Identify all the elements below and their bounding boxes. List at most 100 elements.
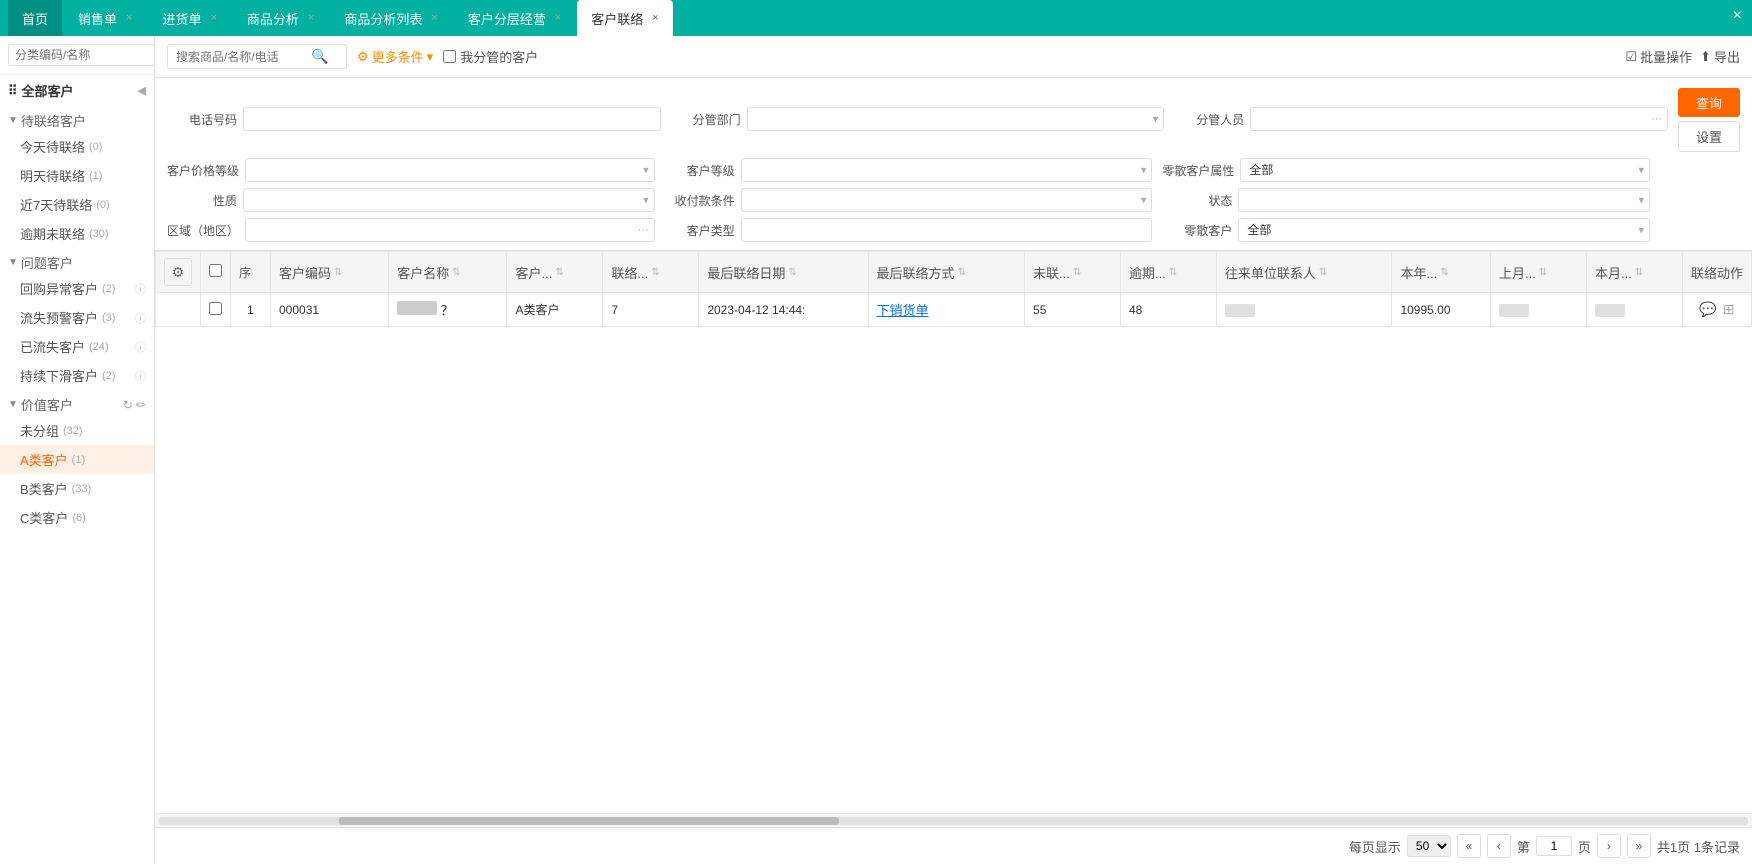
batch-op-button[interactable]: ☑ 批量操作 <box>1625 47 1692 66</box>
filter-retail-select[interactable]: 全部 <box>1238 218 1650 242</box>
sidebar-item-lost[interactable]: 已流失客户 (24) ⓘ <box>0 332 154 361</box>
sidebar-collapse-btn[interactable]: ◀ <box>138 84 146 97</box>
filter-action-buttons: 查询 设置 <box>1678 86 1740 152</box>
th-last-month[interactable]: 上月...⇅ <box>1491 252 1587 293</box>
nav-tab-sales[interactable]: 销售单 × <box>64 0 146 36</box>
filter-price-tier-select[interactable] <box>245 158 655 182</box>
th-code[interactable]: 客户编码⇅ <box>271 252 389 293</box>
filter-customer-type: 客户类型 <box>665 218 1153 242</box>
select-all-checkbox[interactable] <box>209 264 222 277</box>
th-overdue[interactable]: 逾期...⇅ <box>1120 252 1216 293</box>
td-unlink-1: 55 <box>1025 293 1121 327</box>
h-scroll-track[interactable] <box>159 817 1748 825</box>
th-this-year[interactable]: 本年...⇅ <box>1392 252 1491 293</box>
th-unit-contact[interactable]: 往来单位联系人⇅ <box>1216 252 1392 293</box>
close-customer-tier-tab[interactable]: × <box>555 12 561 24</box>
filter-dept-select[interactable] <box>747 107 1165 131</box>
sidebar-item-overdue[interactable]: 逾期未联络 (30) <box>0 219 154 248</box>
sidebar-item-abnormal[interactable]: 回购异常客户 (2) ⓘ <box>0 274 154 303</box>
sidebar-item-today[interactable]: 今天待联络 (0) <box>0 132 154 161</box>
filter-person-select[interactable] <box>1250 107 1668 131</box>
td-this-year-1: 10995.00 <box>1392 293 1491 327</box>
sidebar-item-class-a[interactable]: A类客户 (1) <box>0 445 154 474</box>
refresh-icon-value[interactable]: ↻ <box>123 398 133 412</box>
qr-icon-1[interactable]: ⊞ <box>1723 301 1735 318</box>
window-close-button[interactable]: × <box>1733 8 1742 24</box>
th-this-month[interactable]: 本月...⇅ <box>1586 252 1682 293</box>
main-search-icon[interactable]: 🔍 <box>311 48 328 65</box>
th-type[interactable]: 客户...⇅ <box>507 252 603 293</box>
sidebar-item-7days[interactable]: 近7天待联络 (0) <box>0 190 154 219</box>
sidebar-item-class-c[interactable]: C类客户 (6) <box>0 503 154 532</box>
first-page-btn[interactable]: « <box>1457 834 1481 858</box>
td-code-1: 000031 <box>271 293 389 327</box>
sidebar-group-value[interactable]: ▼ 价值客户 ↻ ✏ <box>0 390 154 416</box>
action-icons-1: 💬 ⊞ <box>1691 301 1743 318</box>
page-size-select[interactable]: 50 <box>1407 835 1451 857</box>
filter-phone-input[interactable] <box>243 107 661 131</box>
filter-bar: 🔍 ⚙ 更多条件 ▾ 我分管的客户 ☑ 批量操作 ⬆ 导出 <box>155 36 1752 78</box>
sort-icon-last-month: ⇅ <box>1539 267 1547 278</box>
sidebar-item-unclassified[interactable]: 未分组 (32) <box>0 416 154 445</box>
filter-retail-attr-select[interactable]: 全部 <box>1240 158 1650 182</box>
row-checkbox-1[interactable] <box>209 302 222 315</box>
query-button[interactable]: 查询 <box>1678 88 1740 117</box>
prev-page-btn[interactable]: ‹ <box>1487 834 1511 858</box>
close-analysis-tab[interactable]: × <box>308 12 314 24</box>
info-icon-abnormal[interactable]: ⓘ <box>135 281 146 297</box>
sidebar-search-input[interactable] <box>8 44 155 66</box>
th-unlink[interactable]: 未联...⇅ <box>1025 252 1121 293</box>
sidebar-item-warning[interactable]: 流失预警客户 (3) ⓘ <box>0 303 154 332</box>
filter-payment-select[interactable] <box>741 188 1153 212</box>
th-last-method[interactable]: 最后联络方式⇅ <box>868 252 1024 293</box>
next-page-btn[interactable]: › <box>1597 834 1621 858</box>
nav-tab-customer-tier[interactable]: 客户分层经营 × <box>454 0 575 36</box>
filter-nature-select[interactable] <box>243 188 655 212</box>
main-layout: 🔍 ⠿ 全部客户 ◀ ▼ 待联络客户 今天待联络 (0) 明天待联络 (1) 近… <box>0 36 1752 864</box>
close-purchase-tab[interactable]: × <box>210 12 216 24</box>
th-contact-count[interactable]: 联络...⇅ <box>603 252 699 293</box>
more-filters-btn[interactable]: ⚙ 更多条件 ▾ <box>357 47 433 66</box>
last-page-btn[interactable]: » <box>1627 834 1651 858</box>
th-last-date[interactable]: 最后联络日期⇅ <box>699 252 868 293</box>
td-name-1: ？ <box>389 293 507 327</box>
filter-customer-type-input[interactable] <box>741 218 1153 242</box>
nav-home[interactable]: 首页 <box>8 0 62 36</box>
last-method-link-1[interactable]: 下销货单 <box>877 303 929 318</box>
page-input[interactable] <box>1536 836 1572 856</box>
close-customer-contact-tab[interactable]: × <box>652 12 658 24</box>
close-analysis-list-tab[interactable]: × <box>431 12 437 24</box>
sidebar-group-pending[interactable]: ▼ 待联络客户 <box>0 106 154 132</box>
filter-row-4: 区域（地区） 客户类型 零散客户 全部 <box>167 218 1740 242</box>
th-name[interactable]: 客户名称⇅ <box>389 252 507 293</box>
nav-tab-analysis[interactable]: 商品分析 × <box>233 0 328 36</box>
main-search-input[interactable] <box>176 50 306 64</box>
my-customers-checkbox[interactable] <box>443 50 456 63</box>
sidebar-all-customers[interactable]: ⠿ 全部客户 ◀ <box>0 75 154 106</box>
my-customers-checkbox-label[interactable]: 我分管的客户 <box>443 47 538 66</box>
sidebar-item-declining[interactable]: 持续下滑客户 (2) ⓘ <box>0 361 154 390</box>
settings-button[interactable]: 设置 <box>1678 121 1740 152</box>
sidebar-group-problem[interactable]: ▼ 问题客户 <box>0 248 154 274</box>
sidebar-item-class-b[interactable]: B类客户 (33) <box>0 474 154 503</box>
chat-icon-1[interactable]: 💬 <box>1699 301 1716 318</box>
info-icon-lost[interactable]: ⓘ <box>135 339 146 355</box>
filter-status-select[interactable] <box>1238 188 1650 212</box>
nav-tab-analysis-list[interactable]: 商品分析列表 × <box>330 0 451 36</box>
batch-icon: ☑ <box>1625 49 1637 65</box>
export-button[interactable]: ⬆ 导出 <box>1700 47 1740 66</box>
filter-customer-tier-select[interactable] <box>741 158 1153 182</box>
nav-tab-purchase[interactable]: 进货单 × <box>148 0 230 36</box>
edit-icon-value[interactable]: ✏ <box>136 398 146 412</box>
nav-tab-customer-contact[interactable]: 客户联络 × <box>577 0 672 36</box>
sidebar-item-tomorrow[interactable]: 明天待联络 (1) <box>0 161 154 190</box>
horizontal-scrollbar[interactable] <box>155 813 1752 827</box>
close-sales-tab[interactable]: × <box>126 12 132 24</box>
info-icon-warning[interactable]: ⓘ <box>135 310 146 326</box>
h-scroll-thumb[interactable] <box>339 817 839 825</box>
sidebar-search-area: 🔍 <box>0 36 154 75</box>
filter-region-select[interactable] <box>245 218 655 242</box>
table-settings-btn[interactable]: ⚙ <box>164 258 192 286</box>
th-action: 联络动作 <box>1682 252 1751 293</box>
info-icon-declining[interactable]: ⓘ <box>135 368 146 384</box>
